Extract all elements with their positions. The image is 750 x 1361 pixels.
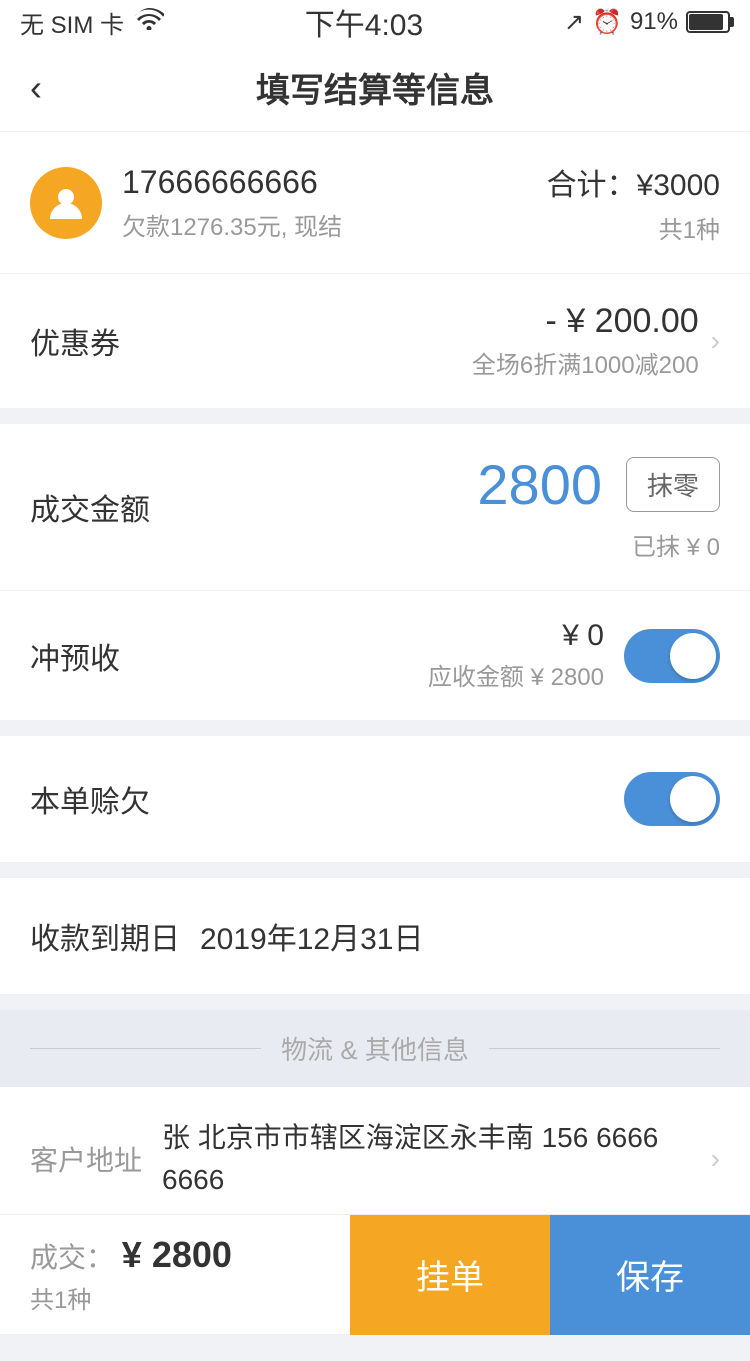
amount-right: 2800 抹零 已抹 ¥ 0	[477, 452, 720, 562]
customer-phone: 17666666666	[122, 164, 342, 201]
credit-row: 本单赊欠	[0, 736, 750, 862]
due-date-row: 收款到期日 2019年12月31日	[0, 878, 750, 994]
coupon-right: - ¥ 200.00 全场6折满1000减200 ›	[472, 302, 720, 380]
prepay-right: ¥ 0 应收金额 ¥ 2800	[428, 619, 720, 692]
location-icon: ↗	[564, 8, 584, 37]
status-right: ↗ ⏰ 91%	[564, 8, 730, 37]
bottom-value: ¥ 2800	[122, 1234, 232, 1275]
back-button[interactable]: ‹	[30, 67, 42, 109]
divider-line-left	[30, 1048, 261, 1049]
customer-row: 17666666666 欠款1276.35元, 现结 合计：¥3000 共1种	[0, 132, 750, 273]
amount-section: 成交金额 2800 抹零 已抹 ¥ 0 冲预收 ¥ 0 应收金额 ¥ 2800	[0, 424, 750, 720]
status-time: 下午4:03	[305, 0, 423, 44]
prepay-amount-wrapper: ¥ 0 应收金额 ¥ 2800	[428, 619, 604, 692]
pending-button[interactable]: 挂单	[350, 1215, 550, 1335]
coupon-desc: 全场6折满1000减200	[472, 345, 699, 380]
credit-label: 本单赊欠	[30, 777, 150, 821]
content: 17666666666 欠款1276.35元, 现结 合计：¥3000 共1种 …	[0, 132, 750, 1361]
amount-sub: 已抹 ¥ 0	[632, 527, 720, 562]
section-divider-text: 物流 & 其他信息	[281, 1030, 469, 1067]
coupon-discount: - ¥ 200.00	[472, 302, 699, 341]
prepay-label: 冲预收	[30, 634, 120, 678]
address-content: 张 北京市市辖区海淀区永丰南 156 6666 6666	[162, 1117, 711, 1201]
prepay-sub: 应收金额 ¥ 2800	[428, 657, 604, 692]
header: ‹ 填写结算等信息	[0, 44, 750, 132]
save-button[interactable]: 保存	[550, 1215, 750, 1335]
customer-sub: 欠款1276.35元, 现结	[122, 207, 342, 242]
credit-toggle[interactable]	[624, 772, 720, 826]
battery-icon	[686, 11, 730, 33]
due-date-value: 2019年12月31日	[200, 914, 423, 958]
round-button[interactable]: 抹零	[626, 457, 720, 512]
divider-line-right	[489, 1048, 720, 1049]
amount-value: 2800	[477, 452, 602, 517]
alarm-icon: ⏰	[592, 8, 622, 37]
total-amount: 合计：¥3000	[547, 160, 720, 204]
address-chevron-icon: ›	[711, 1143, 720, 1175]
prepay-row: 冲预收 ¥ 0 应收金额 ¥ 2800	[0, 590, 750, 720]
bottom-summary-main: 成交： ¥ 2800	[30, 1234, 320, 1276]
coupon-row[interactable]: 优惠券 - ¥ 200.00 全场6折满1000减200 ›	[0, 273, 750, 408]
status-left: 无 SIM 卡	[20, 5, 164, 40]
battery-percent: 91%	[630, 8, 678, 36]
due-date-label: 收款到期日	[30, 914, 180, 958]
amount-row: 成交金额 2800 抹零 已抹 ¥ 0	[0, 424, 750, 590]
amount-label: 成交金额	[30, 485, 150, 529]
wifi-icon	[134, 8, 164, 37]
prepay-amount: ¥ 0	[428, 619, 604, 653]
toggle-knob	[670, 633, 716, 679]
customer-info: 17666666666 欠款1276.35元, 现结	[122, 164, 342, 242]
status-bar: 无 SIM 卡 下午4:03 ↗ ⏰ 91%	[0, 0, 750, 44]
chevron-right-icon: ›	[711, 325, 720, 357]
credit-toggle-knob	[670, 776, 716, 822]
total-count: 共1种	[547, 210, 720, 245]
amount-value-wrapper: 2800 抹零	[477, 452, 720, 517]
bottom-summary: 成交： ¥ 2800 共1种	[0, 1234, 350, 1315]
coupon-label: 优惠券	[30, 319, 120, 363]
avatar	[30, 167, 102, 239]
customer-card: 17666666666 欠款1276.35元, 现结 合计：¥3000 共1种 …	[0, 132, 750, 408]
address-label: 客户地址	[30, 1139, 142, 1179]
page-title: 填写结算等信息	[256, 63, 494, 112]
customer-right: 合计：¥3000 共1种	[547, 160, 720, 245]
section-divider: 物流 & 其他信息	[0, 1010, 750, 1087]
bottom-summary-sub: 共1种	[30, 1280, 320, 1315]
coupon-right-wrapper: - ¥ 200.00 全场6折满1000减200	[472, 302, 699, 380]
bottom-label: 成交：	[30, 1242, 114, 1273]
customer-left: 17666666666 欠款1276.35元, 现结	[30, 164, 342, 242]
prepay-toggle[interactable]	[624, 629, 720, 683]
address-row[interactable]: 客户地址 张 北京市市辖区海淀区永丰南 156 6666 6666 ›	[0, 1087, 750, 1231]
sim-text: 无 SIM 卡	[20, 5, 124, 40]
bottom-bar: 成交： ¥ 2800 共1种 挂单 保存	[0, 1214, 750, 1334]
